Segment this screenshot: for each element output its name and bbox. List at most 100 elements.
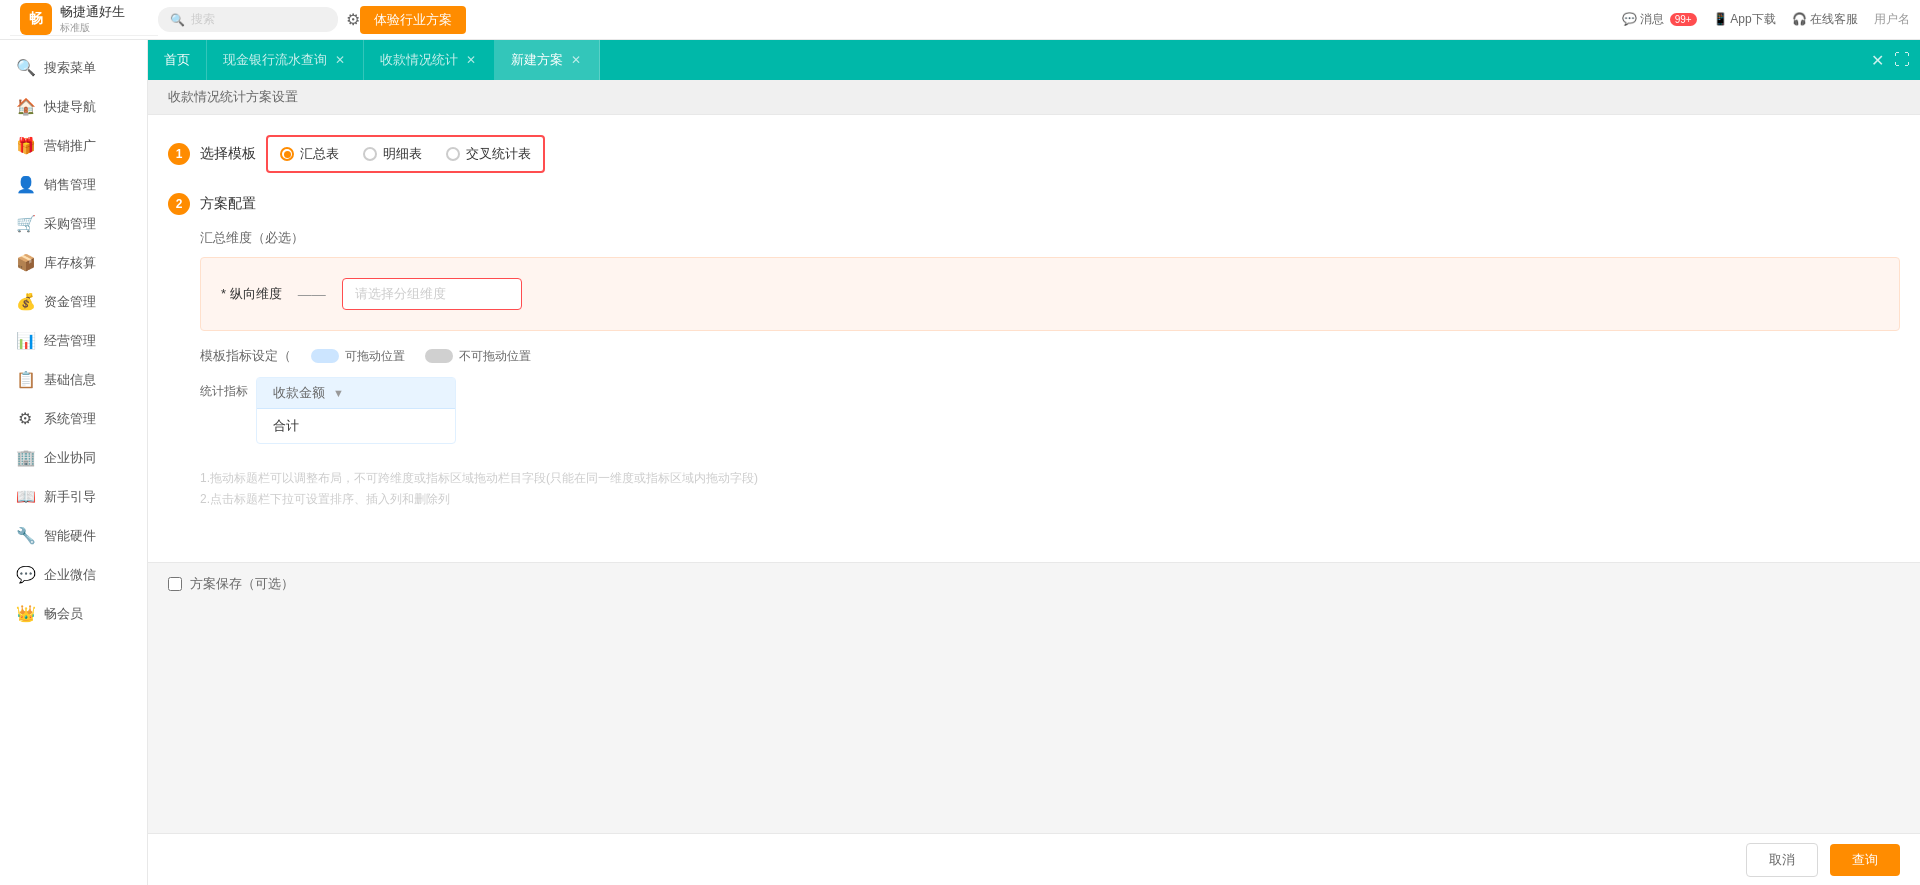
search-icon: 🔍 (170, 13, 185, 27)
tab-bank-flow-label: 现金银行流水查询 (223, 51, 327, 69)
support-btn[interactable]: 🎧 在线客服 (1792, 11, 1858, 28)
unmovable-label: 不可拖动位置 (459, 348, 531, 365)
search-menu-icon: 🔍 (16, 58, 34, 77)
tip-2: 2.点击标题栏下拉可设置排序、插入列和删除列 (200, 491, 1900, 508)
sidebar-item-marketing[interactable]: 🎁 营销推广 (0, 126, 147, 165)
tab-new-plan-label: 新建方案 (511, 51, 563, 69)
tab-collection-stats[interactable]: 收款情况统计 ✕ (364, 40, 495, 80)
tab-new-plan[interactable]: 新建方案 ✕ (495, 40, 600, 80)
tab-home[interactable]: 首页 (148, 40, 207, 80)
sidebar-item-wechat[interactable]: 💬 企业微信 (0, 555, 147, 594)
page-footer: 方案保存（可选） (148, 562, 1920, 605)
inventory-icon: 📦 (16, 253, 34, 272)
radio-detail[interactable]: 明细表 (363, 145, 422, 163)
support-label: 在线客服 (1810, 12, 1858, 26)
tab-collection-stats-label: 收款情况统计 (380, 51, 458, 69)
logo-area: 畅 畅捷通好生 标准版 (10, 3, 158, 36)
dimension-select[interactable]: 请选择分组维度 (342, 278, 522, 310)
sidebar-item-sales[interactable]: 👤 销售管理 (0, 165, 147, 204)
radio-summary-label: 汇总表 (300, 145, 339, 163)
logo-sub: 标准版 (60, 21, 125, 35)
movable-label: 可拖动位置 (345, 348, 405, 365)
tab-close-all[interactable]: ✕ (1871, 51, 1884, 70)
save-checkbox[interactable] (168, 577, 182, 591)
sidebar-label-finance: 资金管理 (44, 293, 96, 311)
radio-cross-label: 交叉统计表 (466, 145, 531, 163)
metrics-section: 模板指标设定（ 可拖动位置 不可拖动位置 (200, 347, 1900, 444)
metrics-header: 模板指标设定（ 可拖动位置 不可拖动位置 (200, 347, 1900, 365)
step2-badge: 2 (168, 193, 190, 215)
sidebar: 🔍 搜索菜单 🏠 快捷导航 🎁 营销推广 👤 销售管理 🛒 采购管理 📦 (0, 40, 148, 885)
sidebar-item-inventory[interactable]: 📦 库存核算 (0, 243, 147, 282)
metrics-table-area: 统计指标 收款金额 ▼ 合计 (200, 377, 1900, 444)
sidebar-label-hardware: 智能硬件 (44, 527, 96, 545)
sidebar-item-member[interactable]: 👑 畅会员 (0, 594, 147, 633)
column-name: 收款金额 (273, 384, 325, 402)
dimension-select-placeholder: 请选择分组维度 (355, 286, 446, 301)
dimension-section-label: 汇总维度（必选） (200, 229, 1900, 247)
step1-badge: 1 (168, 143, 190, 165)
radio-summary-dot (280, 147, 294, 161)
download-btn[interactable]: 📱 App下载 (1713, 11, 1776, 28)
operation-icon: 📊 (16, 331, 34, 350)
tab-bank-flow-close[interactable]: ✕ (333, 53, 347, 67)
sidebar-item-enterprise[interactable]: 🏢 企业协同 (0, 438, 147, 477)
sidebar-label-operation: 经营管理 (44, 332, 96, 350)
user-name[interactable]: 用户名 (1874, 11, 1910, 28)
vertical-dimension-row: * 纵向维度 —— 请选择分组维度 (221, 278, 1879, 310)
logo-text: 畅捷通好生 (60, 3, 125, 21)
main-layout: 🔍 搜索菜单 🏠 快捷导航 🎁 营销推广 👤 销售管理 🛒 采购管理 📦 (0, 40, 1920, 885)
main-content: 首页 现金银行流水查询 ✕ 收款情况统计 ✕ 新建方案 ✕ ✕ ⛶ 收 (148, 40, 1920, 885)
logo-icon: 畅 (20, 3, 52, 35)
guide-icon: 📖 (16, 487, 34, 506)
radio-cross-dot (446, 147, 460, 161)
metrics-column-header[interactable]: 收款金额 ▼ (257, 378, 455, 409)
metrics-table: 收款金额 ▼ 合计 (256, 377, 456, 444)
sidebar-item-purchase[interactable]: 🛒 采购管理 (0, 204, 147, 243)
page-scroll-area: 1 选择模板 汇总表 明细表 (148, 115, 1920, 833)
tab-expand[interactable]: ⛶ (1894, 51, 1910, 69)
sidebar-label-inventory: 库存核算 (44, 254, 96, 272)
enterprise-icon: 🏢 (16, 448, 34, 467)
sidebar-label-basic-info: 基础信息 (44, 371, 96, 389)
sidebar-item-quick-nav[interactable]: 🏠 快捷导航 (0, 87, 147, 126)
sidebar-label-system: 系统管理 (44, 410, 96, 428)
sidebar-item-search-menu[interactable]: 🔍 搜索菜单 (0, 48, 147, 87)
download-label: App下载 (1730, 12, 1775, 26)
step1-section: 1 选择模板 汇总表 明细表 (168, 135, 1900, 173)
quick-nav-icon: 🏠 (16, 97, 34, 116)
query-button[interactable]: 查询 (1830, 844, 1900, 876)
sidebar-label-member: 畅会员 (44, 605, 83, 623)
search-text: 搜索 (191, 11, 215, 28)
tab-bar: 首页 现金银行流水查询 ✕ 收款情况统计 ✕ 新建方案 ✕ ✕ ⛶ (148, 40, 1920, 80)
sidebar-item-hardware[interactable]: 🔧 智能硬件 (0, 516, 147, 555)
message-btn[interactable]: 💬 消息 99+ (1622, 11, 1697, 28)
cancel-button[interactable]: 取消 (1746, 843, 1818, 877)
tab-bar-actions: ✕ ⛶ (1861, 51, 1920, 70)
radio-summary[interactable]: 汇总表 (280, 145, 339, 163)
tab-home-label: 首页 (164, 51, 190, 69)
tab-new-plan-close[interactable]: ✕ (569, 53, 583, 67)
column-dropdown-icon[interactable]: ▼ (333, 387, 344, 399)
sidebar-item-guide[interactable]: 📖 新手引导 (0, 477, 147, 516)
trial-button[interactable]: 体验行业方案 (360, 6, 466, 34)
sidebar-label-enterprise: 企业协同 (44, 449, 96, 467)
tab-bank-flow[interactable]: 现金银行流水查询 ✕ (207, 40, 364, 80)
step1-title: 选择模板 (200, 145, 256, 163)
header-search[interactable]: 🔍 搜索 (158, 7, 338, 32)
header-right: 💬 消息 99+ 📱 App下载 🎧 在线客服 用户名 (1622, 11, 1910, 28)
header-icons: 💬 消息 99+ 📱 App下载 🎧 在线客服 用户名 (1622, 11, 1910, 28)
member-icon: 👑 (16, 604, 34, 623)
sidebar-item-basic-info[interactable]: 📋 基础信息 (0, 360, 147, 399)
radio-cross[interactable]: 交叉统计表 (446, 145, 531, 163)
sidebar-item-system[interactable]: ⚙ 系统管理 (0, 399, 147, 438)
sidebar-item-operation[interactable]: 📊 经营管理 (0, 321, 147, 360)
settings-icon[interactable]: ⚙ (346, 10, 360, 29)
tab-collection-stats-close[interactable]: ✕ (464, 53, 478, 67)
hardware-icon: 🔧 (16, 526, 34, 545)
wechat-icon: 💬 (16, 565, 34, 584)
sidebar-item-finance[interactable]: 💰 资金管理 (0, 282, 147, 321)
radio-detail-dot (363, 147, 377, 161)
breadcrumb-text: 收款情况统计方案设置 (168, 89, 298, 104)
sidebar-label-search-menu: 搜索菜单 (44, 59, 96, 77)
